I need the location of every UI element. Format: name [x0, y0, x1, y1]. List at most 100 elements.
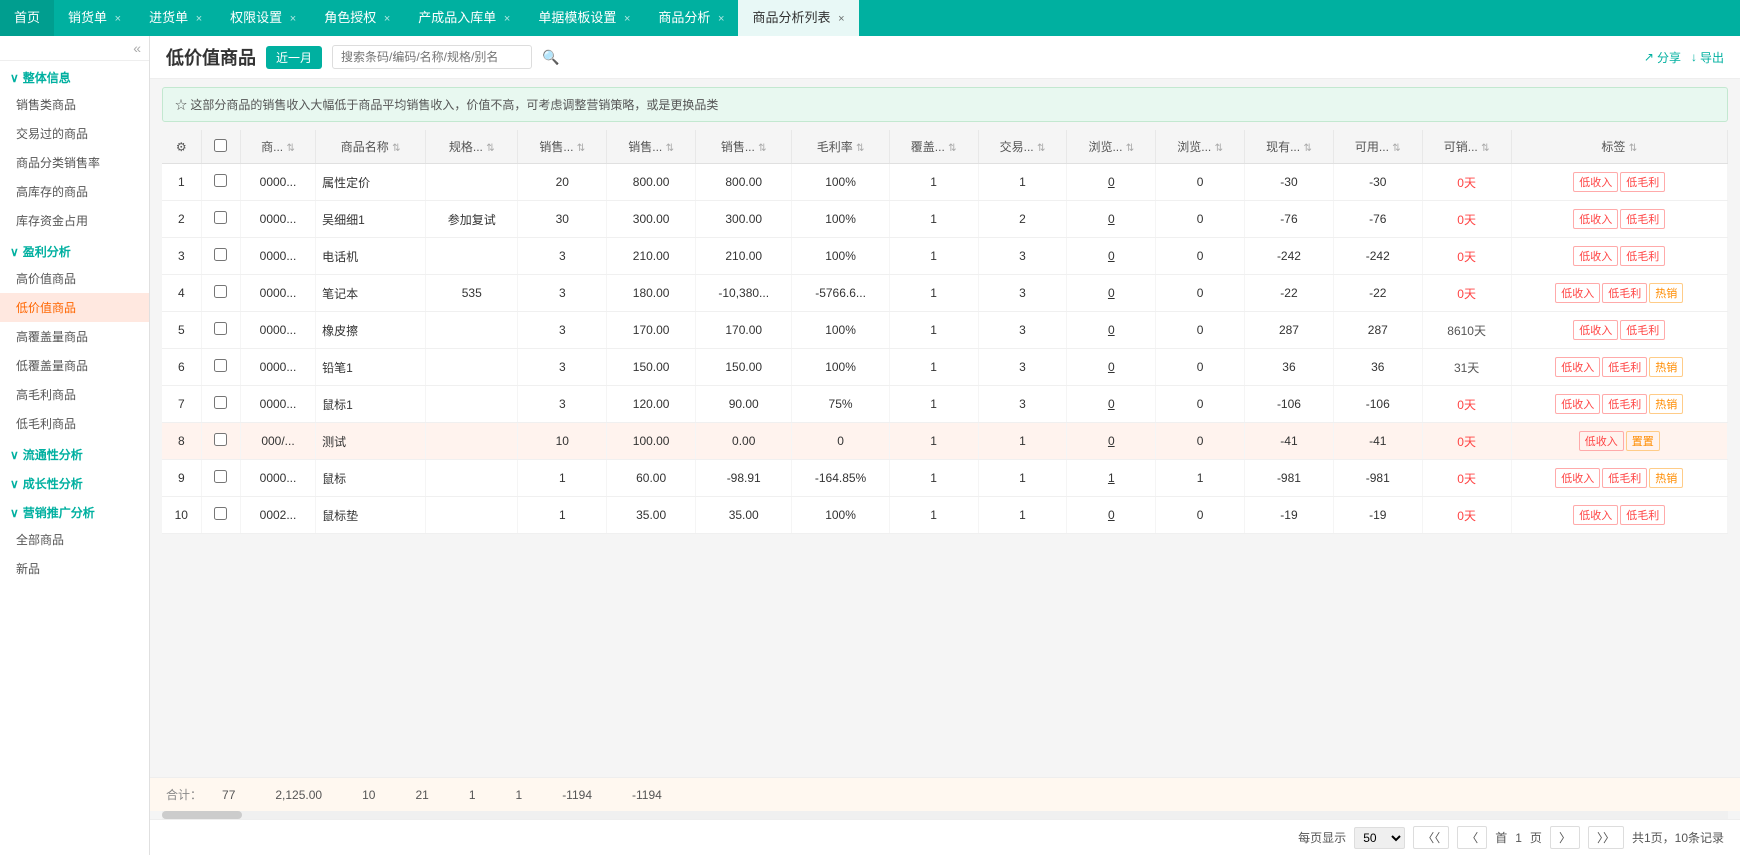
th-sales-qty[interactable]: 销售... ⇅	[518, 130, 607, 164]
th-tags[interactable]: 标签 ⇅	[1511, 130, 1727, 164]
sidebar-item-stock-capital[interactable]: 库存资金占用	[0, 206, 149, 235]
sidebar-group-liquidity[interactable]: ∨ 流通性分析	[0, 438, 149, 467]
th-settings[interactable]: ⚙	[162, 130, 201, 164]
view-link[interactable]: 1	[1108, 471, 1115, 485]
close-icon[interactable]: ×	[718, 13, 724, 25]
prev-page-btn[interactable]: 〈	[1457, 826, 1487, 849]
th-sales-profit[interactable]: 销售... ⇅	[696, 130, 792, 164]
close-icon[interactable]: ×	[504, 13, 510, 25]
row-checkbox[interactable]	[214, 396, 227, 409]
td-check[interactable]	[201, 238, 240, 275]
row-checkbox[interactable]	[214, 248, 227, 261]
sidebar-item-traded[interactable]: 交易过的商品	[0, 119, 149, 148]
nav-product-analysis[interactable]: 商品分析 ×	[644, 0, 738, 36]
sidebar-item-low-margin[interactable]: 低毛利商品	[0, 409, 149, 438]
th-name[interactable]: 商品名称 ⇅	[316, 130, 426, 164]
view-link[interactable]: 0	[1108, 508, 1115, 522]
sidebar-item-new-products[interactable]: 新品	[0, 554, 149, 583]
sidebar-group-marketing[interactable]: ∨ 营销推广分析	[0, 496, 149, 525]
td-check[interactable]	[201, 312, 240, 349]
th-sellable[interactable]: 可销... ⇅	[1422, 130, 1511, 164]
nav-purchase[interactable]: 进货单 ×	[135, 0, 216, 36]
per-page-select[interactable]: 50 100 200	[1354, 827, 1405, 849]
close-icon[interactable]: ×	[196, 13, 202, 25]
row-checkbox[interactable]	[214, 359, 227, 372]
th-code[interactable]: 商... ⇅	[240, 130, 315, 164]
sidebar-item-high-margin[interactable]: 高毛利商品	[0, 380, 149, 409]
td-view1[interactable]: 0	[1067, 201, 1156, 238]
view-link[interactable]: 0	[1108, 175, 1115, 189]
nav-product-analysis-list[interactable]: 商品分析列表 ×	[738, 0, 858, 36]
view-link[interactable]: 0	[1108, 286, 1115, 300]
td-check[interactable]	[201, 460, 240, 497]
td-view1[interactable]: 1	[1067, 460, 1156, 497]
td-check[interactable]	[201, 349, 240, 386]
th-gross-rate[interactable]: 毛利率 ⇅	[792, 130, 889, 164]
sidebar-group-profit[interactable]: ∨ 盈利分析	[0, 235, 149, 264]
row-checkbox[interactable]	[214, 433, 227, 446]
view-link[interactable]: 0	[1108, 360, 1115, 374]
first-page-btn[interactable]: 〈〈	[1413, 826, 1449, 849]
td-check[interactable]	[201, 423, 240, 460]
scrollbar-thumb[interactable]	[162, 811, 242, 819]
sidebar-item-low-value[interactable]: 低价值商品	[0, 293, 149, 322]
td-check[interactable]	[201, 201, 240, 238]
row-checkbox[interactable]	[214, 322, 227, 335]
nav-permissions[interactable]: 权限设置 ×	[216, 0, 310, 36]
view-link[interactable]: 0	[1108, 249, 1115, 263]
sidebar-collapse-btn[interactable]: «	[133, 40, 141, 56]
td-view1[interactable]: 0	[1067, 423, 1156, 460]
row-checkbox[interactable]	[214, 211, 227, 224]
view-link[interactable]: 0	[1108, 323, 1115, 337]
td-check[interactable]	[201, 164, 240, 201]
td-check[interactable]	[201, 386, 240, 423]
row-checkbox[interactable]	[214, 174, 227, 187]
view-link[interactable]: 0	[1108, 212, 1115, 226]
th-coverage[interactable]: 覆盖... ⇅	[889, 130, 978, 164]
td-check[interactable]	[201, 275, 240, 312]
th-available[interactable]: 可用... ⇅	[1333, 130, 1422, 164]
td-view1[interactable]: 0	[1067, 238, 1156, 275]
td-view1[interactable]: 0	[1067, 275, 1156, 312]
sidebar-item-low-coverage[interactable]: 低覆盖量商品	[0, 351, 149, 380]
close-icon[interactable]: ×	[384, 13, 390, 25]
sidebar-group-growth[interactable]: ∨ 成长性分析	[0, 467, 149, 496]
th-sales-amount[interactable]: 销售... ⇅	[607, 130, 696, 164]
th-stock[interactable]: 现有... ⇅	[1245, 130, 1334, 164]
sidebar-group-overall[interactable]: ∨ 整体信息	[0, 61, 149, 90]
sidebar-item-high-stock[interactable]: 高库存的商品	[0, 177, 149, 206]
row-checkbox[interactable]	[214, 470, 227, 483]
close-icon[interactable]: ×	[115, 13, 121, 25]
th-checkbox[interactable]	[201, 130, 240, 164]
row-checkbox[interactable]	[214, 285, 227, 298]
td-view1[interactable]: 0	[1067, 386, 1156, 423]
sidebar-item-high-coverage[interactable]: 高覆盖量商品	[0, 322, 149, 351]
sidebar-item-all-products[interactable]: 全部商品	[0, 525, 149, 554]
export-button[interactable]: ↓ 导出	[1691, 49, 1724, 66]
view-link[interactable]: 0	[1108, 397, 1115, 411]
table-container[interactable]: ⚙ 商... ⇅ 商品名称 ⇅ 规格... ⇅ 销售... ⇅ 销售... ⇅ …	[162, 130, 1728, 777]
nav-sales[interactable]: 销货单 ×	[54, 0, 135, 36]
nav-template[interactable]: 单据模板设置 ×	[524, 0, 644, 36]
sidebar-item-category-sales[interactable]: 商品分类销售率	[0, 148, 149, 177]
th-trade[interactable]: 交易... ⇅	[978, 130, 1067, 164]
td-check[interactable]	[201, 497, 240, 534]
th-view1[interactable]: 浏览... ⇅	[1067, 130, 1156, 164]
search-input[interactable]	[332, 45, 532, 69]
close-icon[interactable]: ×	[290, 13, 296, 25]
td-view1[interactable]: 0	[1067, 349, 1156, 386]
next-page-btn[interactable]: 〉	[1550, 826, 1580, 849]
td-view1[interactable]: 0	[1067, 164, 1156, 201]
th-spec[interactable]: 规格... ⇅	[426, 130, 518, 164]
close-icon[interactable]: ×	[624, 13, 630, 25]
close-icon[interactable]: ×	[838, 13, 844, 25]
td-view1[interactable]: 0	[1067, 497, 1156, 534]
th-view2[interactable]: 浏览... ⇅	[1156, 130, 1245, 164]
nav-warehouse[interactable]: 产成品入库单 ×	[404, 0, 524, 36]
nav-roles[interactable]: 角色授权 ×	[310, 0, 404, 36]
last-page-btn[interactable]: 〉〉	[1588, 826, 1624, 849]
period-button[interactable]: 近一月	[266, 46, 322, 69]
row-checkbox[interactable]	[214, 507, 227, 520]
search-button[interactable]: 🔍	[542, 49, 559, 66]
td-view1[interactable]: 0	[1067, 312, 1156, 349]
